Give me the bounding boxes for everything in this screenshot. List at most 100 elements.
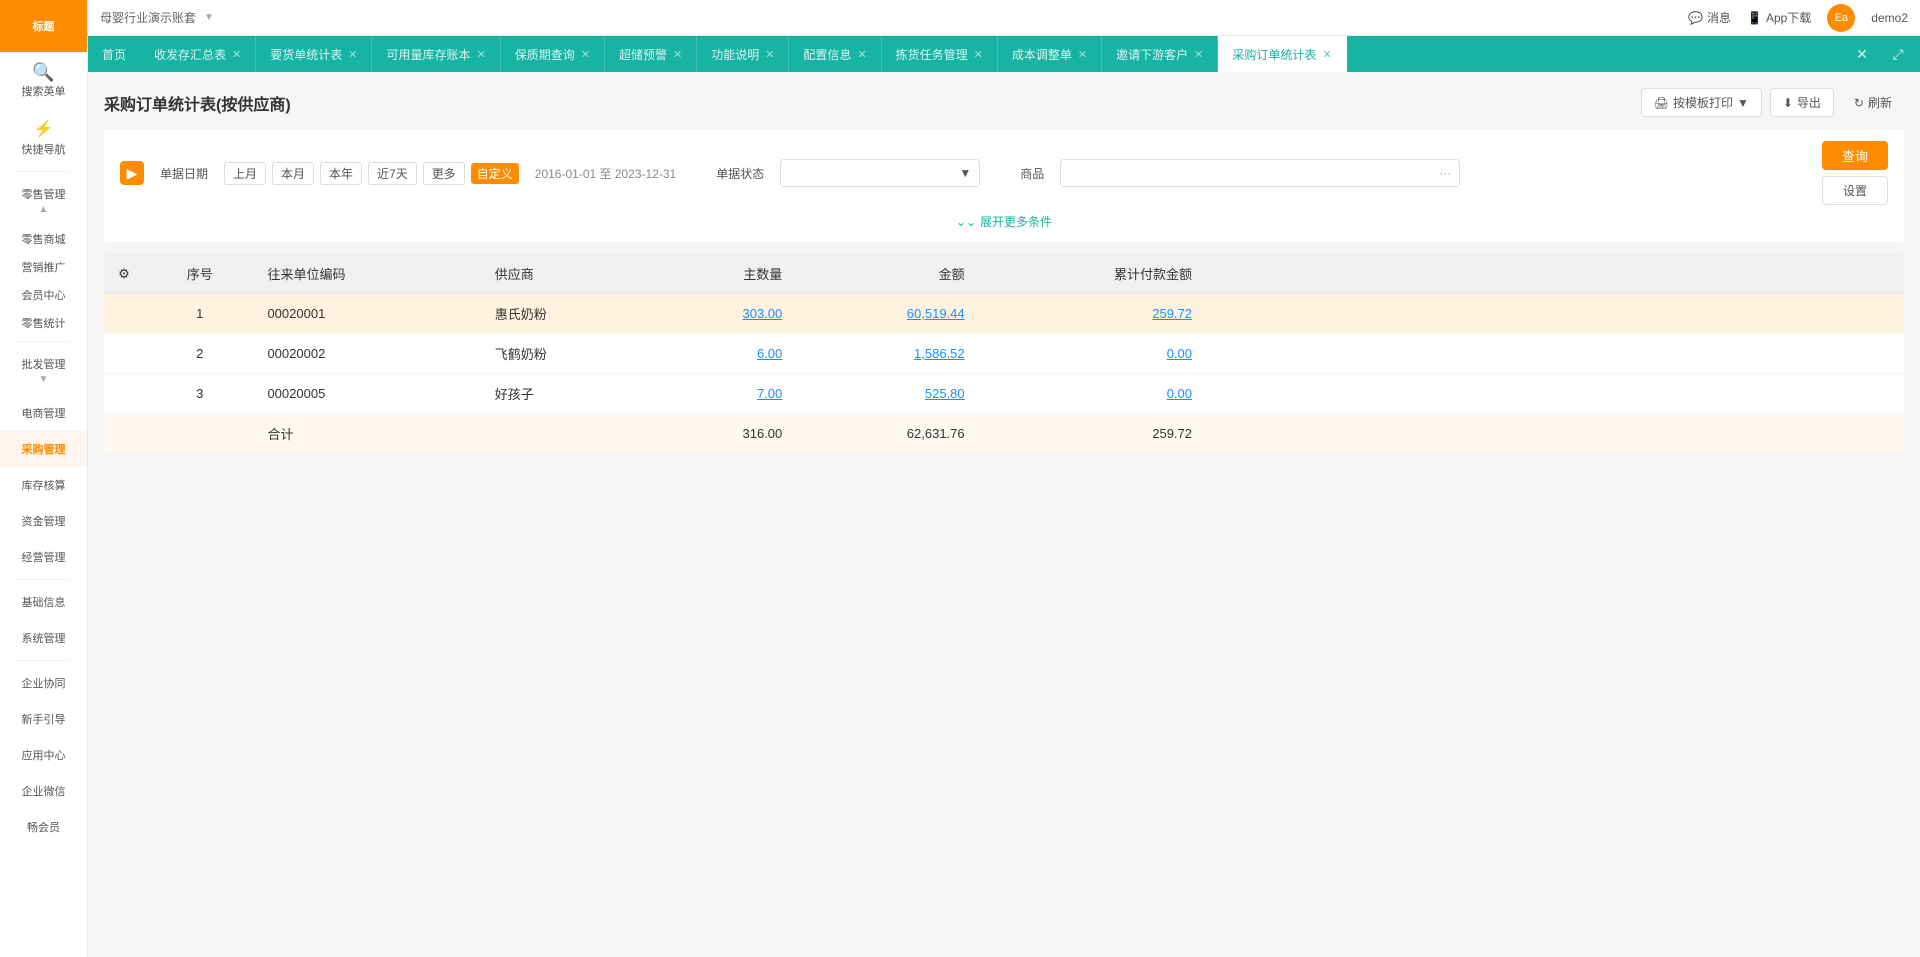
retail-mall-label: 零售商城	[22, 231, 66, 247]
table-row: 3 00020005 好孩子 7.00 525.80 0.00	[104, 374, 1904, 414]
sidebar-item-wholesale[interactable]: 批发管理 ▼	[0, 346, 87, 395]
newguide-label: 新手引导	[22, 711, 66, 727]
row-quantity[interactable]: 7.00	[652, 374, 794, 414]
sidebar-item-weixin[interactable]: 企业微信	[0, 773, 87, 809]
tab-cost-adjust[interactable]: 成本调整单 ✕	[998, 36, 1102, 72]
th-num: 序号	[144, 254, 255, 294]
date-btn-7days[interactable]: 近7天	[368, 162, 417, 185]
tab-cost-adjust-close[interactable]: ✕	[1078, 48, 1087, 61]
expand-more-btn[interactable]: ⌄⌄ 展开更多条件	[120, 213, 1888, 230]
settings-icon[interactable]: ⚙	[118, 266, 130, 281]
print-btn[interactable]: 🖨 按模板打印 ▼	[1641, 88, 1762, 117]
row-quantity[interactable]: 6.00	[652, 334, 794, 374]
date-range-display: 2016-01-01 至 2023-12-31	[535, 165, 676, 182]
avatar[interactable]: Ea	[1827, 4, 1855, 32]
sidebar-item-quicknav[interactable]: ⚡ 快捷导航	[0, 109, 87, 167]
tab-home[interactable]: 首页	[88, 36, 140, 72]
retail-arrow-icon: ▲	[39, 204, 49, 215]
goods-more-icon[interactable]: ···	[1439, 166, 1451, 180]
printer-icon: 🖨	[1654, 96, 1669, 110]
sidebar-item-members[interactable]: 会员中心	[0, 281, 87, 309]
tab-function-desc-close[interactable]: ✕	[765, 48, 774, 61]
sidebar-item-purchase[interactable]: 采购管理	[0, 431, 87, 467]
sidebar-item-basic[interactable]: 基础信息	[0, 584, 87, 620]
filter-panel: ▶ 单据日期 上月 本月 本年 近7天 更多 自定义 2016-01-01 至 …	[104, 129, 1904, 242]
row-code: 00020005	[255, 374, 482, 414]
status-select[interactable]: ▼	[780, 159, 980, 187]
sidebar-item-search[interactable]: 🔍 搜索英单	[0, 52, 87, 109]
wholesale-label: 批发管理	[22, 356, 66, 372]
goods-input[interactable]: ···	[1060, 159, 1460, 187]
tab-purchase-stats-close[interactable]: ✕	[1322, 48, 1331, 61]
sidebar-item-enterprise[interactable]: 企业协同	[0, 665, 87, 701]
tab-function-desc[interactable]: 功能说明 ✕	[697, 36, 789, 72]
tab-invite-downstream-close[interactable]: ✕	[1194, 48, 1203, 61]
tab-overstock-warning[interactable]: 超储预警 ✕	[605, 36, 697, 72]
tab-pick-task[interactable]: 拣货任务管理 ✕	[882, 36, 998, 72]
export-btn[interactable]: ⬇ 导出	[1770, 88, 1834, 117]
tab-available-inventory[interactable]: 可用量库存账本 ✕	[372, 36, 500, 72]
row-amount[interactable]: 60,519.44	[794, 294, 976, 334]
row-num: 1	[144, 294, 255, 334]
sidebar-item-newguide[interactable]: 新手引导	[0, 701, 87, 737]
date-btn-this-month[interactable]: 本月	[272, 162, 314, 185]
sidebar-item-system[interactable]: 系统管理	[0, 620, 87, 656]
row-amount[interactable]: 525.80	[794, 374, 976, 414]
username-label[interactable]: demo2	[1871, 11, 1908, 25]
print-dropdown-icon: ▼	[1737, 96, 1749, 110]
sidebar: 标题 🔍 搜索英单 ⚡ 快捷导航 零售管理 ▲ 零售商城 营销推广 会员中心 零…	[0, 0, 88, 957]
export-icon: ⬇	[1783, 96, 1793, 110]
tab-overstock-warning-close[interactable]: ✕	[673, 48, 682, 61]
sidebar-item-retail-mall[interactable]: 零售商城	[0, 225, 87, 253]
row-amount[interactable]: 1,586.52	[794, 334, 976, 374]
tab-purchase-stats[interactable]: 采购订单统计表 ✕	[1218, 36, 1346, 72]
sidebar-item-retail-stats[interactable]: 零售统计	[0, 309, 87, 337]
date-custom-badge[interactable]: 自定义	[471, 163, 519, 184]
sidebar-item-appcenter[interactable]: 应用中心	[0, 737, 87, 773]
sidebar-item-business[interactable]: 经营管理	[0, 539, 87, 575]
row-settings	[104, 374, 144, 414]
maximize-btn[interactable]: ⤢	[1884, 40, 1912, 68]
sidebar-item-retail[interactable]: 零售管理 ▲	[0, 176, 87, 225]
tab-receive-summary[interactable]: 收发存汇总表 ✕	[140, 36, 256, 72]
sidebar-item-finance[interactable]: 资金管理	[0, 503, 87, 539]
print-label: 按模板打印	[1673, 94, 1733, 111]
tab-config-info-close[interactable]: ✕	[857, 48, 866, 61]
phone-icon: 📱	[1747, 11, 1762, 25]
tab-available-inventory-close[interactable]: ✕	[477, 48, 486, 61]
message-btn[interactable]: 💬 消息	[1688, 9, 1731, 26]
marketing-label: 营销推广	[22, 259, 66, 275]
tab-expiry-query[interactable]: 保质期查询 ✕	[501, 36, 605, 72]
row-paid[interactable]: 259.72	[977, 294, 1204, 334]
filter-toggle-btn[interactable]: ▶	[120, 161, 144, 185]
tab-invite-downstream[interactable]: 邀请下游客户 ✕	[1102, 36, 1218, 72]
tab-goods-stats[interactable]: 要货单统计表 ✕	[256, 36, 372, 72]
tab-pick-task-close[interactable]: ✕	[974, 48, 983, 61]
close-all-tabs-btn[interactable]: ✕	[1848, 40, 1876, 68]
settings-btn[interactable]: 设置	[1822, 176, 1888, 205]
tab-function-desc-label: 功能说明	[711, 46, 759, 63]
app-download-btn[interactable]: 📱 App下载	[1747, 9, 1811, 26]
sidebar-item-marketing[interactable]: 营销推广	[0, 253, 87, 281]
footer-num	[144, 414, 255, 454]
row-paid[interactable]: 0.00	[977, 374, 1204, 414]
tabbar-right-controls: ✕ ⤢	[1848, 40, 1920, 68]
query-btn[interactable]: 查询	[1822, 141, 1888, 170]
sidebar-item-inventory[interactable]: 库存核算	[0, 467, 87, 503]
expand-icon: ⌄⌄	[956, 215, 976, 229]
row-quantity[interactable]: 303.00	[652, 294, 794, 334]
date-btn-this-year[interactable]: 本年	[320, 162, 362, 185]
sidebar-item-ecommerce[interactable]: 电商管理	[0, 395, 87, 431]
tab-receive-summary-close[interactable]: ✕	[232, 48, 241, 61]
message-icon: 💬	[1688, 11, 1703, 25]
date-btn-more[interactable]: 更多	[423, 162, 465, 185]
tab-config-info[interactable]: 配置信息 ✕	[789, 36, 881, 72]
tab-goods-stats-close[interactable]: ✕	[348, 48, 357, 61]
date-btn-last-month[interactable]: 上月	[224, 162, 266, 185]
tab-expiry-query-close[interactable]: ✕	[581, 48, 590, 61]
refresh-btn[interactable]: ↻ 刷新	[1842, 89, 1904, 116]
breadcrumb-dropdown-icon[interactable]: ▼	[204, 12, 214, 23]
ecommerce-label: 电商管理	[22, 405, 66, 421]
sidebar-item-vip[interactable]: 畅会员	[0, 809, 87, 845]
row-paid[interactable]: 0.00	[977, 334, 1204, 374]
